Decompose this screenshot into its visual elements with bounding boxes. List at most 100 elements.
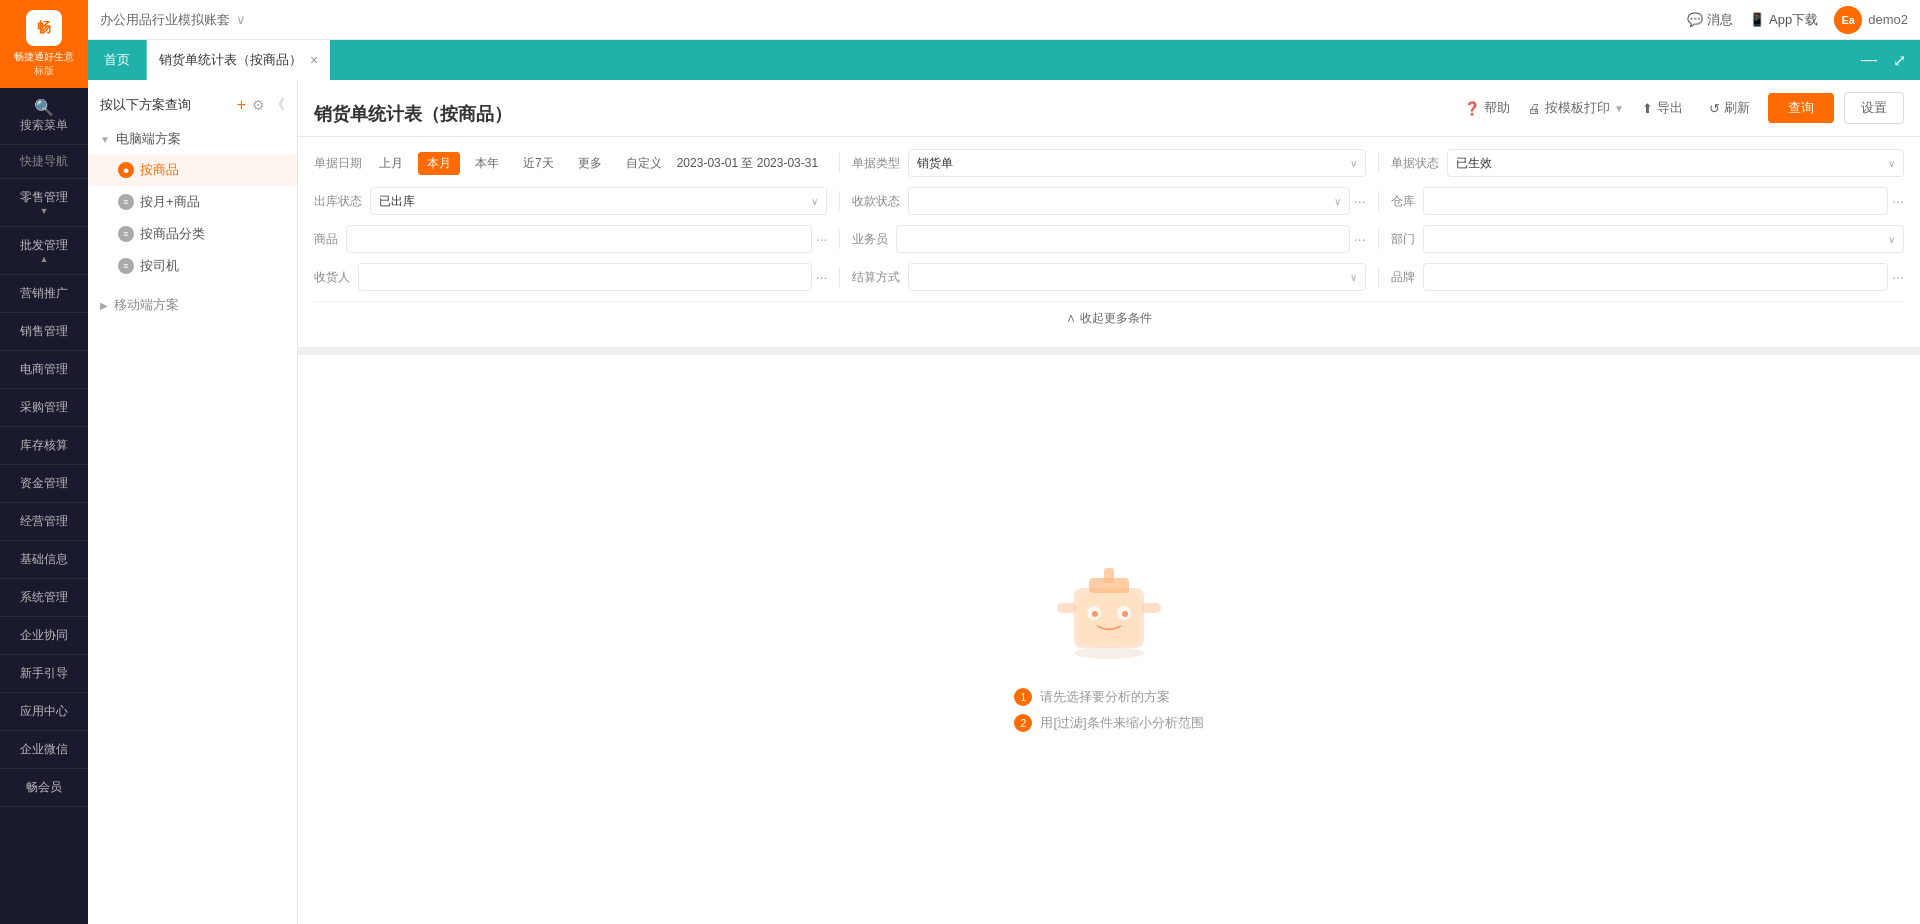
content: 按以下方案查询 + ⚙ 《 ▼ 电脑端方案 ● 按商品 ≡ <box>88 80 1920 924</box>
scheme-icon: ≡ <box>118 258 134 274</box>
receiver-label: 收货人 <box>314 269 350 286</box>
sidebar-item-system[interactable]: 系统管理 <box>0 579 88 617</box>
scheme-item-by-category[interactable]: ≡ 按商品分类 <box>88 218 297 250</box>
date-tab-last-7[interactable]: 近7天 <box>514 152 563 175</box>
sidebar-item-label: 畅会员 <box>26 779 62 796</box>
sidebar-item-finance[interactable]: 资金管理 <box>0 465 88 503</box>
warehouse-input[interactable] <box>1423 187 1889 215</box>
logo-sub: 标版 <box>34 64 54 78</box>
mobile-scheme-label: 移动端方案 <box>114 296 179 314</box>
brand-input[interactable] <box>1423 263 1889 291</box>
scheme-item-by-salesman[interactable]: ≡ 按司机 <box>88 250 297 282</box>
help-icon: ❓ <box>1464 101 1480 116</box>
sidebar-item-operations[interactable]: 经营管理 <box>0 503 88 541</box>
sidebar-item-guide[interactable]: 新手引导 <box>0 655 88 693</box>
out-status-select[interactable]: 已出库 ∨ <box>370 187 827 215</box>
receiver-input[interactable] <box>358 263 812 291</box>
collapse-filters-button[interactable]: ∧ 收起更多条件 <box>314 301 1904 335</box>
breadcrumb-text: 办公用品行业模拟账套 <box>100 11 230 29</box>
svg-point-0 <box>1074 647 1144 659</box>
scheme-label: 按商品分类 <box>140 225 205 243</box>
sidebar-item-sales[interactable]: 销售管理 <box>0 313 88 351</box>
warehouse-dots[interactable]: ··· <box>1892 193 1904 209</box>
message-label: 消息 <box>1707 11 1733 29</box>
scheme-item-by-product[interactable]: ● 按商品 <box>88 154 297 186</box>
sidebar-item-marketing[interactable]: 营销推广 <box>0 275 88 313</box>
help-button[interactable]: ❓ 帮助 <box>1456 95 1518 121</box>
mobile-scheme-root[interactable]: ▶ 移动端方案 <box>88 290 297 320</box>
brand-label: 品牌 <box>1391 269 1415 286</box>
sidebar-logo[interactable]: 畅 畅捷通好生意 标版 <box>0 0 88 88</box>
scheme-icon: ● <box>118 162 134 178</box>
sidebar-item-label: 新手引导 <box>20 665 68 682</box>
step-2-number: 2 <box>1014 714 1032 732</box>
empty-step-2: 2 用[过滤]条件来缩小分析范围 <box>1014 714 1203 732</box>
collapse-panel-button[interactable]: 《 <box>271 96 285 114</box>
sidebar-item-ecommerce[interactable]: 电商管理 <box>0 351 88 389</box>
tab-close-icon[interactable]: × <box>310 52 318 68</box>
salesman-dots[interactable]: ··· <box>1354 231 1366 247</box>
date-range-text: 2023-03-01 至 2023-03-31 <box>677 155 818 172</box>
add-scheme-button[interactable]: + <box>237 96 246 114</box>
avatar: Ea <box>1834 6 1862 34</box>
dept-select[interactable]: ∨ <box>1423 225 1904 253</box>
sidebar-item-inventory[interactable]: 库存核算 <box>0 427 88 465</box>
settings-scheme-button[interactable]: ⚙ <box>252 97 265 113</box>
refresh-label: 刷新 <box>1724 99 1750 117</box>
tab-maximize-button[interactable]: ⤢ <box>1887 47 1912 74</box>
date-tab-custom[interactable]: 自定义 <box>617 152 671 175</box>
mobile-scheme-section: ▶ 移动端方案 <box>88 290 297 320</box>
sidebar-item-label: 经营管理 <box>20 513 68 530</box>
sidebar-item-apps[interactable]: 应用中心 <box>0 693 88 731</box>
message-button[interactable]: 💬 消息 <box>1687 11 1733 29</box>
export-label: 导出 <box>1657 99 1683 117</box>
doc-status-select[interactable]: 已生效 ∨ <box>1447 149 1904 177</box>
print-button[interactable]: 🖨 按模板打印 ▼ <box>1528 99 1624 117</box>
product-dots[interactable]: ··· <box>816 231 828 247</box>
product-input[interactable] <box>346 225 812 253</box>
refresh-button[interactable]: ↺ 刷新 <box>1701 95 1758 121</box>
user-profile-button[interactable]: Ea demo2 <box>1834 6 1908 34</box>
out-status-value: 已出库 <box>379 193 415 210</box>
sidebar-item-wholesale[interactable]: 批发管理 ▲ <box>0 227 88 275</box>
app-download-button[interactable]: 📱 App下载 <box>1749 11 1818 29</box>
empty-state: 1 请先选择要分析的方案 2 用[过滤]条件来缩小分析范围 <box>298 355 1920 924</box>
step-2-text: 用[过滤]条件来缩小分析范围 <box>1040 714 1203 732</box>
sidebar-item-member[interactable]: 畅会员 <box>0 769 88 807</box>
sidebar-item-wechat[interactable]: 企业微信 <box>0 731 88 769</box>
print-dropdown-icon: ▼ <box>1614 103 1624 114</box>
query-button[interactable]: 查询 <box>1768 93 1834 123</box>
date-tab-last-month[interactable]: 上月 <box>370 152 412 175</box>
product-label: 商品 <box>314 231 338 248</box>
tab-minimize-button[interactable]: — <box>1855 47 1883 73</box>
out-status-label: 出库状态 <box>314 193 362 210</box>
date-tab-more[interactable]: 更多 <box>569 152 611 175</box>
breadcrumb-arrow-icon[interactable]: ∨ <box>236 12 246 27</box>
desktop-scheme-root[interactable]: ▼ 电脑端方案 <box>88 124 297 154</box>
salesman-input[interactable] <box>896 225 1350 253</box>
doc-type-select[interactable]: 销货单 ∨ <box>908 149 1365 177</box>
settings-button[interactable]: 设置 <box>1844 92 1904 124</box>
sidebar-item-retail[interactable]: 零售管理 ▼ <box>0 179 88 227</box>
settlement-select[interactable]: ∨ <box>908 263 1365 291</box>
export-button[interactable]: ⬆ 导出 <box>1634 95 1691 121</box>
expand-arrow-icon: ▶ <box>100 300 108 311</box>
sidebar-item-label: 采购管理 <box>20 399 68 416</box>
tab-active[interactable]: 销货单统计表（按商品） × <box>147 40 330 80</box>
scheme-label: 按月+商品 <box>140 193 200 211</box>
tab-home[interactable]: 首页 <box>88 40 147 80</box>
left-panel: 按以下方案查询 + ⚙ 《 ▼ 电脑端方案 ● 按商品 ≡ <box>88 80 298 924</box>
payment-select[interactable]: ∨ <box>908 187 1350 215</box>
page-header-actions: ❓ 帮助 🖨 按模板打印 ▼ ⬆ 导出 ↺ 刷新 <box>1456 92 1904 136</box>
sidebar-item-purchase[interactable]: 采购管理 <box>0 389 88 427</box>
payment-dots[interactable]: ··· <box>1354 193 1366 209</box>
sidebar-quick-nav[interactable]: 快捷导航 <box>0 145 88 179</box>
sidebar-item-enterprise[interactable]: 企业协同 <box>0 617 88 655</box>
receiver-dots[interactable]: ··· <box>816 269 828 285</box>
date-tab-this-month[interactable]: 本月 <box>418 152 460 175</box>
date-tab-this-year[interactable]: 本年 <box>466 152 508 175</box>
sidebar-search[interactable]: 🔍 搜索菜单 <box>0 88 88 145</box>
scheme-item-by-month-product[interactable]: ≡ 按月+商品 <box>88 186 297 218</box>
brand-dots[interactable]: ··· <box>1892 269 1904 285</box>
sidebar-item-basic[interactable]: 基础信息 <box>0 541 88 579</box>
